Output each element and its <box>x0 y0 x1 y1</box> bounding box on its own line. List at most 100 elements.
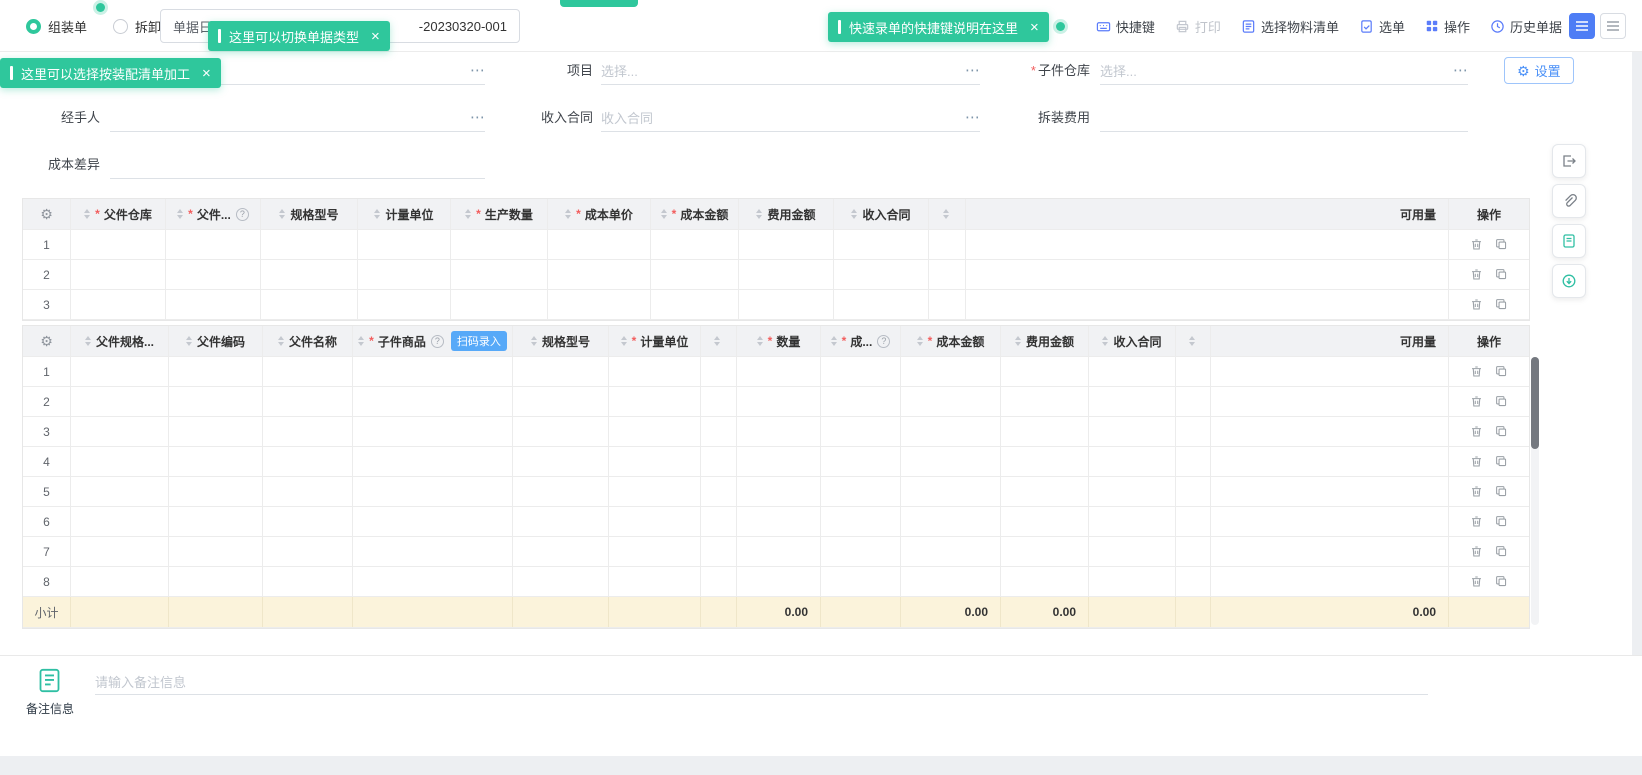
delete-row-icon[interactable] <box>1470 455 1483 468</box>
attachment-button[interactable] <box>1552 184 1586 218</box>
cell[interactable] <box>353 357 513 386</box>
cell[interactable] <box>609 447 701 476</box>
delete-row-icon[interactable] <box>1470 298 1483 311</box>
cell[interactable] <box>513 477 609 506</box>
cell[interactable] <box>548 230 651 259</box>
cell[interactable] <box>71 387 169 416</box>
menu-view-button[interactable] <box>1600 13 1626 39</box>
sort-icon[interactable] <box>84 336 91 346</box>
cell[interactable] <box>71 447 169 476</box>
header-cost-price[interactable]: * 成本单价 <box>548 199 651 229</box>
cell[interactable] <box>821 477 901 506</box>
sort-icon[interactable] <box>84 209 91 219</box>
cell[interactable] <box>169 477 263 506</box>
cell[interactable] <box>821 447 901 476</box>
history-docs-button[interactable]: 历史单据 <box>1490 17 1562 36</box>
cell[interactable] <box>451 260 548 289</box>
cell[interactable] <box>71 260 166 289</box>
cell[interactable] <box>358 260 451 289</box>
cell[interactable] <box>548 260 651 289</box>
cell[interactable] <box>1001 357 1089 386</box>
cell[interactable] <box>651 290 739 319</box>
cell[interactable] <box>1176 387 1211 416</box>
header-unit[interactable]: * 计量单位 <box>609 326 701 356</box>
cell[interactable] <box>513 417 609 446</box>
copy-row-icon[interactable] <box>1495 575 1508 588</box>
cell[interactable] <box>834 230 929 259</box>
cell[interactable] <box>513 447 609 476</box>
table-scrollbar[interactable] <box>1531 357 1539 625</box>
cell[interactable] <box>1176 357 1211 386</box>
cell[interactable] <box>263 567 353 596</box>
sort-icon[interactable] <box>942 209 949 219</box>
sort-icon[interactable] <box>1188 336 1195 346</box>
sort-icon[interactable] <box>530 336 537 346</box>
cell[interactable] <box>71 507 169 536</box>
cell[interactable] <box>169 567 263 596</box>
cell[interactable] <box>169 357 263 386</box>
select-bom-button[interactable]: 选择物料清单 <box>1241 17 1339 36</box>
sort-icon[interactable] <box>279 209 286 219</box>
header-cost-amount[interactable]: * 成本金额 <box>901 326 1001 356</box>
cell[interactable] <box>263 447 353 476</box>
download-tool-button[interactable] <box>1552 264 1586 298</box>
cell[interactable] <box>651 230 739 259</box>
cell[interactable] <box>701 417 737 446</box>
delete-row-icon[interactable] <box>1470 395 1483 408</box>
sort-icon[interactable] <box>185 336 192 346</box>
cell[interactable] <box>821 507 901 536</box>
sort-icon[interactable] <box>830 336 837 346</box>
cell[interactable] <box>651 260 739 289</box>
header-cost-price[interactable]: * 成...? <box>821 326 901 356</box>
collapse-panel-button[interactable] <box>1552 144 1586 178</box>
cell[interactable] <box>353 507 513 536</box>
header-blank-sortable[interactable] <box>701 326 737 356</box>
radio-assembly-order[interactable]: 组装单 <box>26 17 87 36</box>
cell[interactable] <box>261 230 358 259</box>
select-doc-button[interactable]: 选单 <box>1359 17 1405 36</box>
column-settings-button[interactable]: ⚙ <box>23 199 71 229</box>
cell[interactable] <box>901 567 1001 596</box>
cell[interactable] <box>901 387 1001 416</box>
cell[interactable] <box>929 260 966 289</box>
cell[interactable] <box>353 477 513 506</box>
cell[interactable] <box>1176 447 1211 476</box>
header-parent-spec[interactable]: 父件规格... <box>71 326 169 356</box>
cell[interactable] <box>358 290 451 319</box>
cell[interactable] <box>261 290 358 319</box>
doc-tool-button[interactable] <box>1552 224 1586 258</box>
cell[interactable] <box>701 567 737 596</box>
cell[interactable] <box>901 417 1001 446</box>
close-icon[interactable]: × <box>1030 20 1039 35</box>
cell[interactable] <box>701 447 737 476</box>
cell[interactable] <box>1089 357 1176 386</box>
cell[interactable] <box>737 477 821 506</box>
sort-icon[interactable] <box>851 209 858 219</box>
cell[interactable] <box>701 477 737 506</box>
header-spec-model[interactable]: 规格型号 <box>513 326 609 356</box>
cell[interactable] <box>1089 567 1176 596</box>
sort-icon[interactable] <box>358 336 365 346</box>
cell[interactable] <box>609 417 701 446</box>
delete-row-icon[interactable] <box>1470 238 1483 251</box>
header-child-item[interactable]: * 子件商品? 扫码录入 <box>353 326 513 356</box>
cell[interactable] <box>737 387 821 416</box>
cell[interactable] <box>609 507 701 536</box>
cell[interactable] <box>1176 507 1211 536</box>
delete-row-icon[interactable] <box>1470 485 1483 498</box>
cost-diff-field[interactable] <box>110 151 485 179</box>
print-button[interactable]: 打印 <box>1175 17 1221 36</box>
cell[interactable] <box>701 357 737 386</box>
delete-row-icon[interactable] <box>1470 268 1483 281</box>
cell[interactable] <box>701 537 737 566</box>
cell[interactable] <box>166 290 261 319</box>
cell[interactable] <box>821 567 901 596</box>
help-icon[interactable]: ? <box>235 207 249 221</box>
operate-button[interactable]: 操作 <box>1425 17 1470 36</box>
sort-icon[interactable] <box>714 336 720 346</box>
list-view-button[interactable] <box>1569 13 1595 39</box>
cell[interactable] <box>513 537 609 566</box>
copy-row-icon[interactable] <box>1495 238 1508 251</box>
dismantle-fee-field[interactable] <box>1100 104 1468 132</box>
cell[interactable] <box>169 507 263 536</box>
